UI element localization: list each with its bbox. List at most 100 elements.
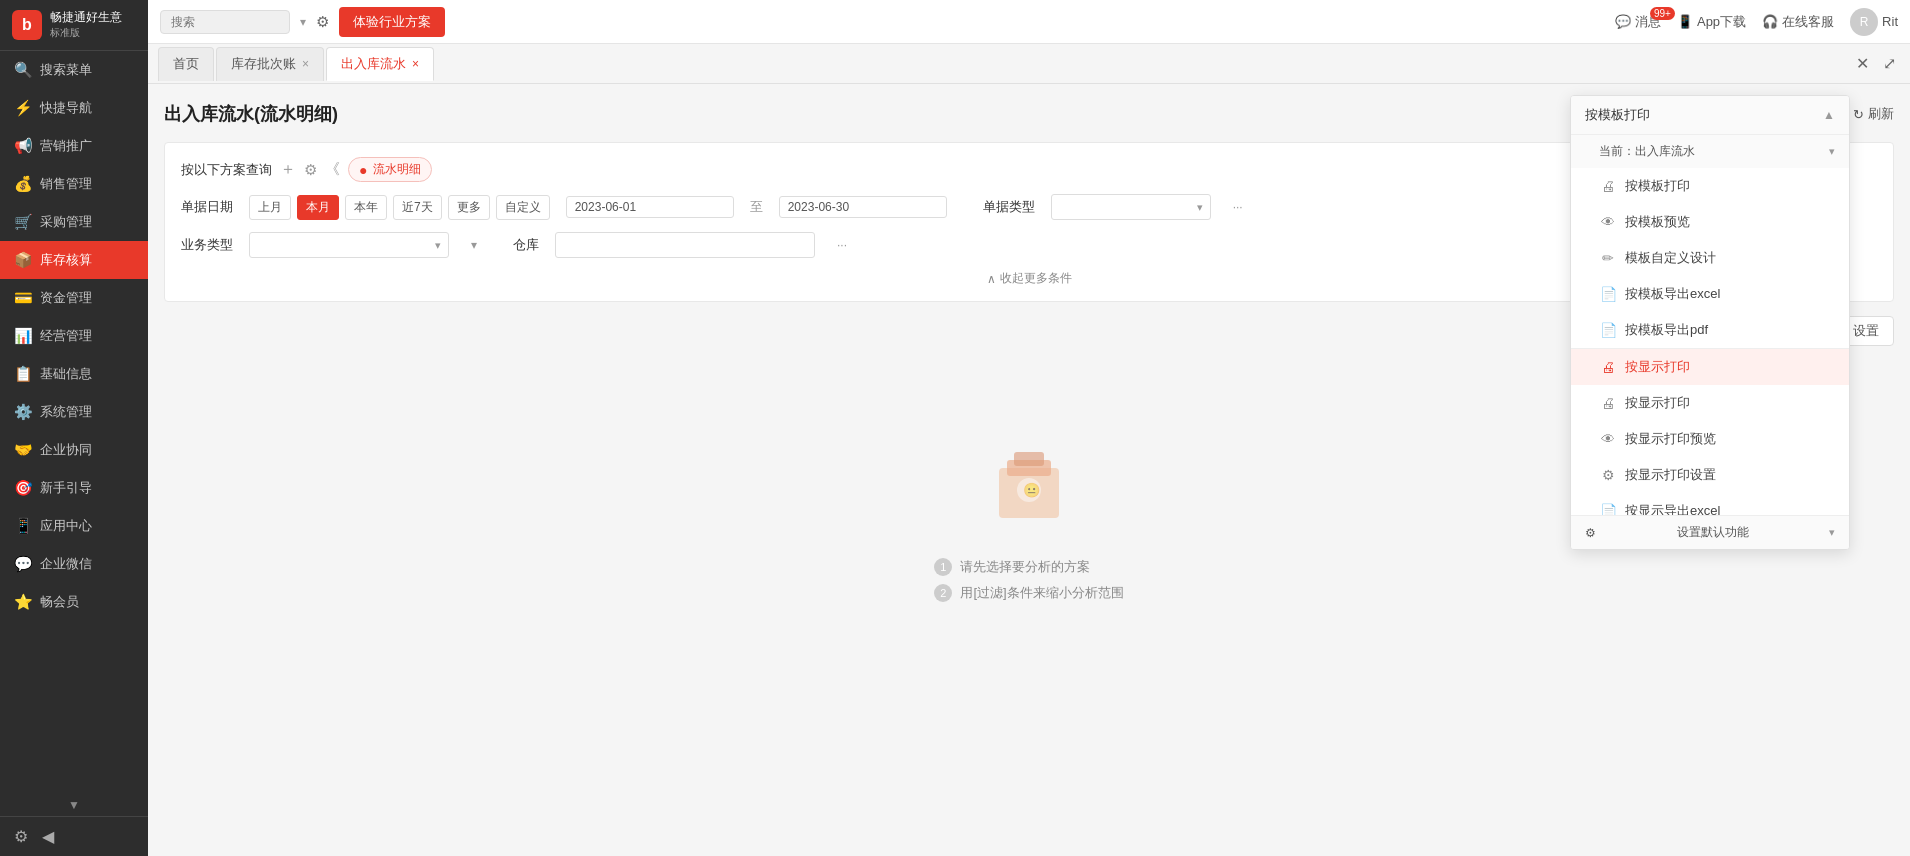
sidebar-item-enterprise[interactable]: 🤝 企业协同: [0, 431, 148, 469]
warehouse-input[interactable]: [555, 232, 815, 258]
dropdown-item-display-print[interactable]: 🖨 按显示打印: [1571, 385, 1849, 421]
message-badge: 99+: [1650, 7, 1675, 20]
sidebar-item-wechat[interactable]: 💬 企业微信: [0, 545, 148, 583]
refresh-btn[interactable]: ↻ 刷新: [1853, 105, 1894, 123]
scroll-down-arrow: ▼: [68, 798, 80, 812]
sidebar-item-finance[interactable]: 💳 资金管理: [0, 279, 148, 317]
printer-icon-1: 🖨: [1599, 178, 1617, 194]
filter-add-btn[interactable]: ＋: [280, 159, 296, 180]
expand-tab-btn[interactable]: ⤢: [1879, 50, 1900, 77]
dropdown-item-template-custom[interactable]: ✏ 模板自定义设计: [1571, 240, 1849, 276]
filter-settings-btn[interactable]: ⚙: [304, 161, 317, 179]
bill-type-more-btn[interactable]: ···: [1233, 200, 1243, 214]
date-btn-this-month[interactable]: 本月: [297, 195, 339, 220]
topbar-right: 💬 消息 99+ 📱 App下载 🎧 在线客服 R Rit: [1615, 8, 1898, 36]
business-type-select[interactable]: [249, 232, 449, 258]
sidebar-item-sales[interactable]: 💰 销售管理: [0, 165, 148, 203]
business-type-more-btn[interactable]: ▾: [471, 238, 477, 252]
sidebar-item-guide[interactable]: 🎯 新手引导: [0, 469, 148, 507]
empty-steps: 1 请先选择要分析的方案 2 用[过滤]条件来缩小分析范围: [934, 558, 1123, 610]
app-center-icon: 📱: [14, 517, 32, 535]
headset-icon: 🎧: [1762, 14, 1778, 29]
topbar: ▾ ⚙ 体验行业方案 💬 消息 99+ 📱 App下载 🎧 在线客服 R Rit: [148, 0, 1910, 44]
sidebar-item-label-wechat: 企业微信: [40, 555, 92, 573]
dropdown-item-display-export-excel[interactable]: 📄 按显示导出excel: [1571, 493, 1849, 515]
sidebar-item-membership[interactable]: ⭐ 畅会员: [0, 583, 148, 621]
sidebar-item-system[interactable]: ⚙️ 系统管理: [0, 393, 148, 431]
empty-step-1: 1 请先选择要分析的方案: [934, 558, 1123, 576]
collapse-icon: ∧: [987, 272, 996, 286]
online-service-btn[interactable]: 🎧 在线客服: [1762, 13, 1834, 31]
dropdown-item-template-export-excel[interactable]: 📄 按模板导出excel: [1571, 276, 1849, 312]
warehouse-label: 仓库: [513, 236, 539, 254]
warehouse-more-btn[interactable]: ···: [837, 238, 847, 252]
bill-type-select[interactable]: [1051, 194, 1211, 220]
date-btn-7days[interactable]: 近7天: [393, 195, 442, 220]
date-btn-last-month[interactable]: 上月: [249, 195, 291, 220]
sidebar-item-label-enterprise: 企业协同: [40, 441, 92, 459]
sidebar-item-marketing[interactable]: 📢 营销推广: [0, 127, 148, 165]
app-name-block: 畅捷通好生意 标准版: [50, 10, 122, 40]
tab-inout-flow[interactable]: 出入库流水 ×: [326, 47, 434, 81]
svg-text:😐: 😐: [1023, 482, 1041, 499]
sidebar-item-operations[interactable]: 📊 经营管理: [0, 317, 148, 355]
date-end-input[interactable]: [779, 196, 947, 218]
quick-nav-icon: ⚡: [14, 99, 32, 117]
tab-batch-account-label: 库存批次账: [231, 55, 296, 73]
sidebar-item-search-menu[interactable]: 🔍 搜索菜单: [0, 51, 148, 89]
dropdown-footer[interactable]: ⚙ 设置默认功能 ▾: [1571, 515, 1849, 549]
settings-icon[interactable]: ⚙: [14, 827, 28, 846]
dropdown-item-display-preview[interactable]: 👁 按显示打印预览: [1571, 421, 1849, 457]
user-avatar-btn[interactable]: R Rit: [1850, 8, 1898, 36]
dropdown-item-template-preview[interactable]: 👁 按模板预览: [1571, 204, 1849, 240]
step-num-1: 1: [934, 558, 952, 576]
search-input[interactable]: [160, 10, 290, 34]
dropdown-item-template-export-pdf[interactable]: 📄 按模板导出pdf: [1571, 312, 1849, 348]
dropdown-display-section: 🖨 按显示打印 🖨 按显示打印 👁 按显示打印预览 ⚙ 按显示打印设置 📄: [1571, 349, 1849, 515]
date-btn-custom[interactable]: 自定义: [496, 195, 550, 220]
username: Rit: [1882, 14, 1898, 29]
settings-gear-icon[interactable]: ⚙: [316, 13, 329, 31]
avatar: R: [1850, 8, 1878, 36]
date-btn-more[interactable]: 更多: [448, 195, 490, 220]
tab-inout-flow-label: 出入库流水: [341, 55, 406, 73]
date-start-input[interactable]: [566, 196, 734, 218]
sidebar-item-app-center[interactable]: 📱 应用中心: [0, 507, 148, 545]
dropdown-current-chevron: ▾: [1829, 145, 1835, 158]
sidebar-scroll-down[interactable]: ▼: [0, 794, 148, 816]
app-download-btn[interactable]: 📱 App下载: [1677, 13, 1746, 31]
dropdown-footer-icon: ⚙: [1585, 526, 1596, 540]
dropdown-header-chevron[interactable]: ▲: [1823, 108, 1835, 122]
tab-batch-account[interactable]: 库存批次账 ×: [216, 47, 324, 81]
dropdown-panel: 按模板打印 ▲ 当前：出入库流水 ▾ 🖨 按模板打印 👁 按模板预览 ✏ 模板自: [1570, 95, 1850, 550]
tab-home[interactable]: 首页: [158, 47, 214, 81]
message-btn[interactable]: 💬 消息 99+: [1615, 13, 1661, 31]
filter-collapse-btn[interactable]: 《: [325, 160, 340, 179]
date-btn-this-year[interactable]: 本年: [345, 195, 387, 220]
close-all-tabs-btn[interactable]: ✕: [1852, 50, 1873, 77]
dropdown-item-display-print-settings[interactable]: ⚙ 按显示打印设置: [1571, 457, 1849, 493]
sidebar-item-quick-nav[interactable]: ⚡ 快捷导航: [0, 89, 148, 127]
message-chat-icon: 💬: [1615, 14, 1631, 29]
sidebar-item-basic-info[interactable]: 📋 基础信息: [0, 355, 148, 393]
app-name: 畅捷通好生意: [50, 10, 122, 26]
collapse-sidebar-icon[interactable]: ◀: [42, 827, 54, 846]
tab-batch-account-close[interactable]: ×: [302, 57, 309, 71]
bill-type-label: 单据类型: [983, 198, 1035, 216]
filter-tag-label: 流水明细: [373, 161, 421, 178]
sidebar-item-label-sales: 销售管理: [40, 175, 92, 193]
sidebar-item-label-marketing: 营销推广: [40, 137, 92, 155]
dropdown-item-template-print[interactable]: 🖨 按模板打印: [1571, 168, 1849, 204]
sidebar-item-purchase[interactable]: 🛒 采购管理: [0, 203, 148, 241]
tab-inout-flow-close[interactable]: ×: [412, 57, 419, 71]
industry-btn[interactable]: 体验行业方案: [339, 7, 445, 37]
dropdown-current-label: 当前：出入库流水: [1599, 143, 1695, 160]
collapse-label: 收起更多条件: [1000, 270, 1072, 287]
dropdown-item-display-print-section[interactable]: 🖨 按显示打印: [1571, 349, 1849, 385]
search-chevron-icon[interactable]: ▾: [300, 15, 306, 29]
printer-icon-3: 🖨: [1599, 395, 1617, 411]
sidebar-item-inventory[interactable]: 📦 库存核算: [0, 241, 148, 279]
sidebar: b 畅捷通好生意 标准版 🔍 搜索菜单 ⚡ 快捷导航 📢 营销推广 💰 销售管理…: [0, 0, 148, 856]
dropdown-current-item[interactable]: 当前：出入库流水 ▾: [1571, 135, 1849, 168]
excel-icon-1: 📄: [1599, 286, 1617, 302]
